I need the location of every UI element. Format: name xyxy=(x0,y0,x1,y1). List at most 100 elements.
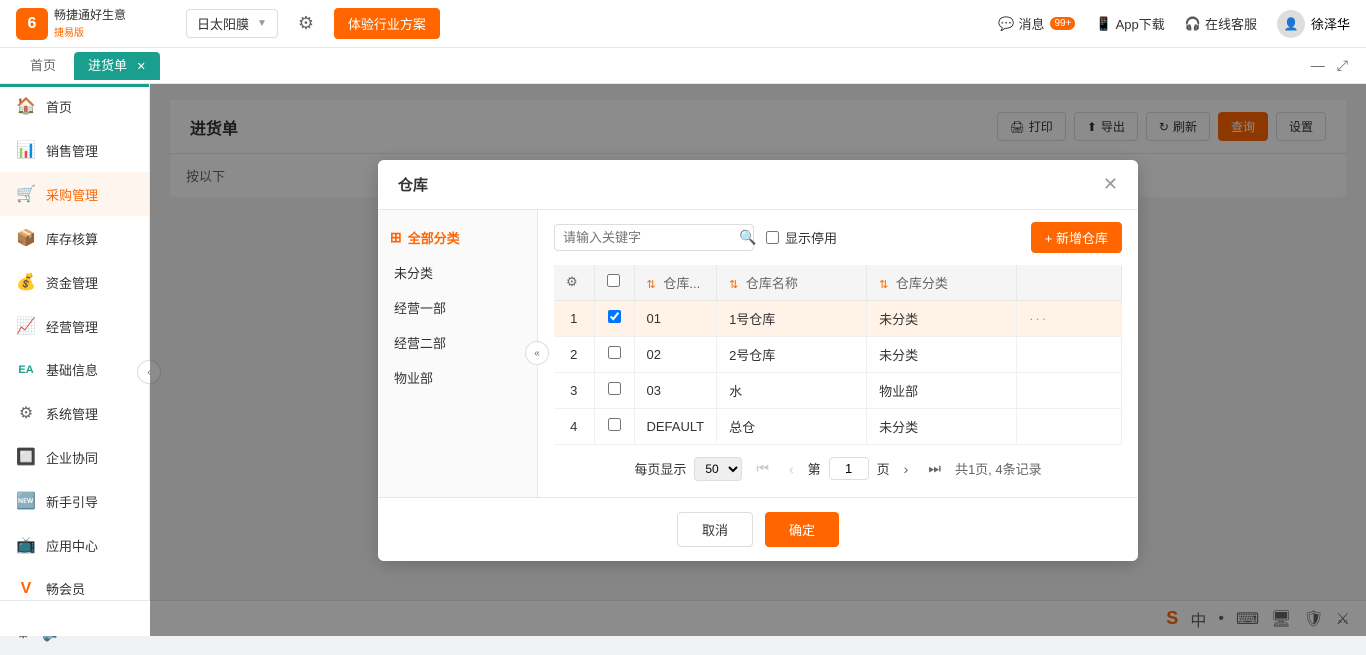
category-collapse-button[interactable]: « xyxy=(525,341,549,365)
row-id: DEFAULT xyxy=(634,408,717,444)
row-checkbox[interactable] xyxy=(608,346,621,359)
category-item-uncategorized[interactable]: 未分类 xyxy=(378,255,537,290)
finance-icon: 💰 xyxy=(16,272,36,292)
sidebar-item-label: 首页 xyxy=(46,97,72,116)
store-name: 日太阳膜 xyxy=(197,14,249,33)
nav-expand-icon[interactable]: ⤢ xyxy=(1335,55,1350,76)
category-item-operations1[interactable]: 经营一部 xyxy=(378,290,537,325)
enterprise-icon: 🔲 xyxy=(16,447,36,467)
row-checkbox-cell xyxy=(594,372,634,408)
sidebar-item-inventory[interactable]: 📦 库存核算 xyxy=(0,216,149,260)
inventory-icon: 📦 xyxy=(16,228,36,248)
row-category: 未分类 xyxy=(867,408,1017,444)
row-name: 水 xyxy=(717,372,867,408)
category-sidebar: ⊞ 全部分类 未分类 经营一部 经营二部 物业部 « xyxy=(378,210,538,497)
sidebar-item-label: 基础信息 xyxy=(46,360,98,379)
modal-close-icon[interactable]: ✕ xyxy=(1103,174,1118,195)
next-page-button[interactable]: › xyxy=(898,459,915,479)
show-disabled-option: 显示停用 xyxy=(766,228,837,247)
guide-icon: 🆕 xyxy=(16,491,36,511)
online-service-item[interactable]: 🎧 在线客服 xyxy=(1185,14,1257,33)
search-icon[interactable]: 🔍 xyxy=(739,229,756,246)
tab-home[interactable]: 首页 xyxy=(16,52,70,80)
table-row[interactable]: 2 02 2号仓库 未分类 xyxy=(554,336,1122,372)
category-item-operations2[interactable]: 经营二部 xyxy=(378,325,537,360)
row-checkbox[interactable] xyxy=(608,418,621,431)
table-row[interactable]: 4 DEFAULT 总仓 未分类 xyxy=(554,408,1122,444)
logo-area: 6 畅捷通好生意 捷易版 xyxy=(16,8,166,40)
nav-controls: — ⤢ xyxy=(1309,55,1350,76)
tab-purchase[interactable]: 进货单 ✕ xyxy=(74,52,160,80)
messages-item[interactable]: 💬 消息 99+ xyxy=(998,14,1075,33)
teal-accent-line xyxy=(0,84,149,87)
sidebar-item-app-center[interactable]: 📺 应用中心 xyxy=(0,523,149,567)
app-download-item[interactable]: 📱 App下载 xyxy=(1095,14,1164,33)
row-more-icon[interactable]: ··· xyxy=(1029,311,1048,326)
row-num: 4 xyxy=(554,408,594,444)
prev-page-button[interactable]: ‹ xyxy=(783,459,800,479)
table-row[interactable]: 3 03 水 物业部 xyxy=(554,372,1122,408)
cancel-button[interactable]: 取消 xyxy=(677,512,753,547)
modal-body: ⊞ 全部分类 未分类 经营一部 经营二部 物业部 « xyxy=(378,210,1138,497)
main-layout: 🏠 首页 📊 销售管理 🛒 采购管理 📦 库存核算 💰 资金管理 📈 经营管理 … xyxy=(0,84,1366,636)
headset-icon: 🎧 xyxy=(1185,16,1201,32)
sidebar-item-guide[interactable]: 🆕 新手引导 xyxy=(0,479,149,523)
sidebar-item-sales[interactable]: 📊 销售管理 xyxy=(0,128,149,172)
category-item-property[interactable]: 物业部 xyxy=(378,360,537,395)
page-number-input[interactable] xyxy=(829,457,869,480)
sort-icon-cat: ⇅ xyxy=(879,279,888,291)
row-checkbox[interactable] xyxy=(608,310,621,323)
modal-footer: 取消 确定 xyxy=(378,497,1138,561)
trial-button[interactable]: 体验行业方案 xyxy=(334,8,440,39)
sales-icon: 📊 xyxy=(16,140,36,160)
row-category: 物业部 xyxy=(867,372,1017,408)
row-checkbox-cell xyxy=(594,300,634,336)
first-page-button[interactable]: ⏮ xyxy=(750,458,775,479)
row-actions-cell xyxy=(1017,408,1122,444)
nav-minimize-icon[interactable]: — xyxy=(1309,55,1327,76)
sidebar-item-operations[interactable]: 📈 经营管理 xyxy=(0,304,149,348)
sidebar-item-label: 新手引导 xyxy=(46,492,98,511)
sidebar-item-purchase[interactable]: 🛒 采购管理 xyxy=(0,172,149,216)
last-page-button[interactable]: ⏭ xyxy=(922,458,947,479)
tab-close-icon[interactable]: ✕ xyxy=(137,61,146,73)
sidebar-item-label: 经营管理 xyxy=(46,317,98,336)
search-input[interactable] xyxy=(563,230,739,245)
sidebar-item-label: 企业协同 xyxy=(46,448,98,467)
sidebar-item-basic-info[interactable]: EA 基础信息 xyxy=(0,348,149,391)
select-all-checkbox[interactable] xyxy=(607,274,620,287)
table-header-row: ⚙ ⇅ 仓库... ⇅ xyxy=(554,265,1122,301)
category-header: ⊞ 全部分类 xyxy=(378,220,537,255)
sidebar: 🏠 首页 📊 销售管理 🛒 采购管理 📦 库存核算 💰 资金管理 📈 经营管理 … xyxy=(0,84,150,636)
modal-overlay: 仓库 ✕ ⊞ 全部分类 未分类 经营一部 经营二部 物业部 xyxy=(150,84,1366,636)
per-page-select[interactable]: 50 xyxy=(694,457,742,481)
warehouse-table: ⚙ ⇅ 仓库... ⇅ xyxy=(554,265,1122,445)
purchase-icon: 🛒 xyxy=(16,184,36,204)
sidebar-item-home[interactable]: 🏠 首页 xyxy=(0,84,149,128)
row-checkbox[interactable] xyxy=(608,382,621,395)
show-disabled-checkbox[interactable] xyxy=(766,231,779,244)
online-service-label: 在线客服 xyxy=(1205,14,1257,33)
page-suffix: 页 xyxy=(877,459,890,478)
total-info: 共1页, 4条记录 xyxy=(955,459,1042,478)
sidebar-item-finance[interactable]: 💰 资金管理 xyxy=(0,260,149,304)
table-row[interactable]: 1 01 1号仓库 未分类 ··· xyxy=(554,300,1122,336)
app-logo-icon: 6 xyxy=(16,8,48,40)
sidebar-item-system[interactable]: ⚙ 系统管理 xyxy=(0,391,149,435)
sidebar-item-enterprise[interactable]: 🔲 企业协同 xyxy=(0,435,149,479)
row-category: 未分类 xyxy=(867,300,1017,336)
user-area[interactable]: 👤 徐泽华 xyxy=(1277,10,1350,38)
sort-icon: ⇅ xyxy=(647,279,656,291)
th-actions xyxy=(1017,265,1122,301)
modal-title: 仓库 xyxy=(398,174,428,195)
confirm-button[interactable]: 确定 xyxy=(765,512,839,547)
row-actions-cell: ··· xyxy=(1017,300,1122,336)
row-id: 03 xyxy=(634,372,717,408)
row-id: 01 xyxy=(634,300,717,336)
store-selector[interactable]: 日太阳膜 ▼ xyxy=(186,9,278,38)
add-warehouse-button[interactable]: + 新增仓库 xyxy=(1031,222,1122,253)
th-warehouse-id: ⇅ 仓库... xyxy=(634,265,717,301)
row-name: 总仓 xyxy=(717,408,867,444)
settings-icon[interactable]: ⚙ xyxy=(290,8,322,40)
row-id: 02 xyxy=(634,336,717,372)
